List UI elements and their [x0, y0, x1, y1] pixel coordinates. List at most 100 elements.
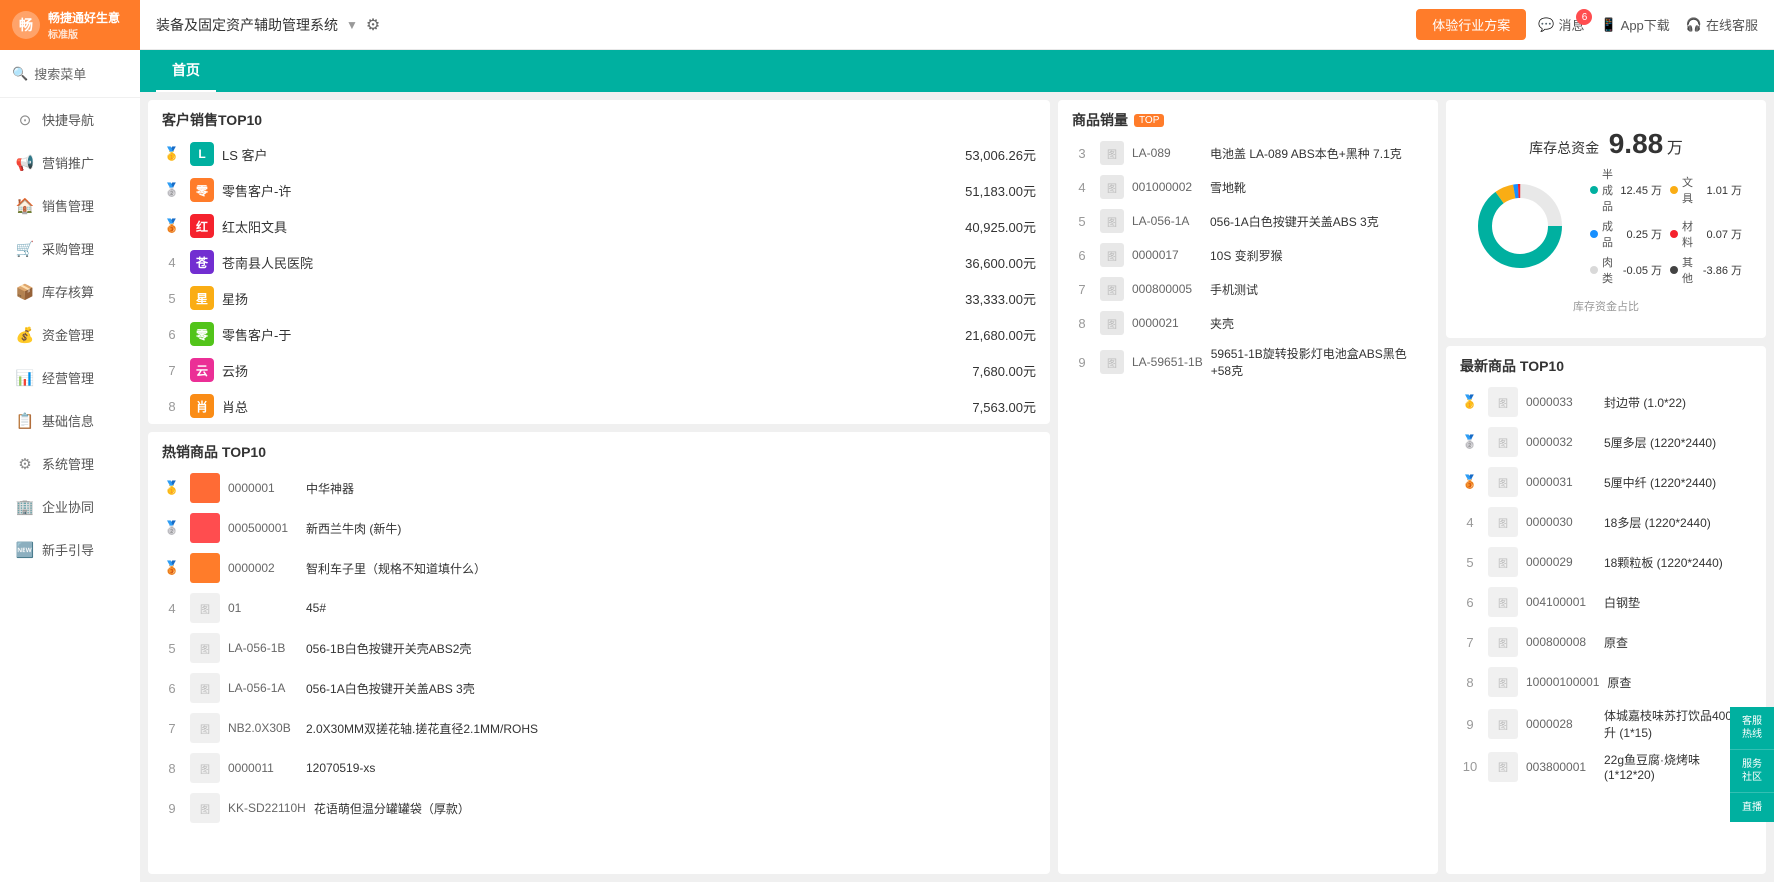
- hot-product-name: 2.0X30MM双搓花轴.搓花直径2.1MM/ROHS: [306, 720, 1036, 737]
- hot-product-item: 8 图 0000011 12070519-xs: [148, 748, 1050, 788]
- rank-value: 53,006.26元: [965, 145, 1036, 164]
- float-service-button[interactable]: 客服 热线: [1730, 707, 1774, 750]
- hot-product-item: 9 图 KK-SD22110H 花语萌但温分罐罐袋（厚款）: [148, 788, 1050, 828]
- marketing-icon: 📢: [16, 154, 34, 172]
- latest-product-img: 图: [1488, 387, 1518, 417]
- product-rank-img: 图: [1100, 311, 1124, 335]
- rank-customer-name: LS 客户: [222, 145, 957, 164]
- inventory-section: 库存总资金 9.88 万: [1446, 100, 1766, 338]
- latest-product-code: 0000028: [1526, 717, 1596, 731]
- rank-value: 7,563.00元: [972, 397, 1036, 416]
- donut-container: 半成品 12.45 万 文具 1.01 万 成品 0.25 万 材料 0.07 …: [1460, 166, 1752, 286]
- product-img-placeholder: 图: [190, 753, 220, 783]
- sidebar-item-inventory[interactable]: 📦 库存核算: [0, 270, 140, 313]
- sidebar-item-operations[interactable]: 📊 经营管理: [0, 356, 140, 399]
- rank-avatar: L: [190, 142, 214, 166]
- customer-rank-section: 客户销售TOP10 🥇 L LS 客户 53,006.26元 🥈 零 零售客户-…: [148, 100, 1050, 424]
- rank-customer-name: 零售客户-于: [222, 325, 957, 344]
- legend-value: 12.45 万: [1620, 182, 1662, 198]
- hot-product-rank: 7: [162, 721, 182, 736]
- product-rank-item: 4 图 001000002 雪地靴: [1058, 170, 1438, 204]
- legend-value: -0.05 万: [1623, 262, 1662, 278]
- product-img: [190, 473, 220, 503]
- float-service-button[interactable]: 直播: [1730, 793, 1774, 822]
- customer-rank-item: 5 星 星扬 33,333.00元: [148, 280, 1050, 316]
- product-rank-img: 图: [1100, 243, 1124, 267]
- sidebar-item-label-inventory: 库存核算: [42, 282, 94, 301]
- sidebar-item-finance[interactable]: 💰 资金管理: [0, 313, 140, 356]
- sidebar-item-purchase[interactable]: 🛒 采购管理: [0, 227, 140, 270]
- search-menu-button[interactable]: 🔍 搜索菜单: [12, 60, 128, 87]
- legend-value: 1.01 万: [1707, 182, 1742, 198]
- latest-product-name: 白钢垫: [1604, 594, 1752, 611]
- latest-products-header: 最新商品 TOP10: [1446, 346, 1766, 382]
- sidebar-item-label-marketing: 营销推广: [42, 153, 94, 172]
- latest-product-code: 0000029: [1526, 555, 1596, 569]
- online-service-button[interactable]: 🎧 在线客服: [1686, 15, 1758, 34]
- sidebar-item-basic-info[interactable]: 📋 基础信息: [0, 399, 140, 442]
- legend-label: 材料: [1682, 218, 1703, 250]
- hot-product-name: 12070519-xs: [306, 761, 1036, 775]
- latest-product-rank: 6: [1460, 595, 1480, 610]
- product-rank-name: 电池盖 LA-089 ABS本色+黑种 7.1克: [1210, 145, 1424, 162]
- latest-product-code: 004100001: [1526, 595, 1596, 609]
- product-rank-img: 图: [1100, 141, 1124, 165]
- latest-product-code: 0000030: [1526, 515, 1596, 529]
- product-rank-item: 8 图 0000021 夹壳: [1058, 306, 1438, 340]
- hot-product-item: 7 图 NB2.0X30B 2.0X30MM双搓花轴.搓花直径2.1MM/ROH…: [148, 708, 1050, 748]
- product-rank-name: 10S 变刹罗猴: [1210, 247, 1424, 264]
- latest-product-rank: 🥈: [1460, 434, 1480, 450]
- product-rank-img: 图: [1100, 209, 1124, 233]
- sidebar-item-company[interactable]: 🏢 企业协同: [0, 485, 140, 528]
- guide-icon: 🆕: [16, 541, 34, 559]
- product-rank-img: 图: [1100, 277, 1124, 301]
- customer-rank-item: 🥉 红 红太阳文具 40,925.00元: [148, 208, 1050, 244]
- sidebar-item-system[interactable]: ⚙ 系统管理: [0, 442, 140, 485]
- product-rank-header: 商品销量 TOP: [1058, 100, 1438, 136]
- hot-product-code: 0000002: [228, 561, 298, 575]
- sales-icon: 🏠: [16, 197, 34, 215]
- content-body: 客户销售TOP10 🥇 L LS 客户 53,006.26元 🥈 零 零售客户-…: [140, 92, 1774, 882]
- product-rank-code: LA-056-1A: [1132, 214, 1202, 228]
- hot-product-item: 5 图 LA-056-1B 056-1B白色按键开关壳ABS2壳: [148, 628, 1050, 668]
- sidebar-item-quick-nav[interactable]: ⊙ 快捷导航: [0, 98, 140, 141]
- content-nav: 首页: [140, 50, 1774, 92]
- latest-product-item: 🥉 图 0000031 5厘中纤 (1220*2440): [1446, 462, 1766, 502]
- rank-avatar: 苍: [190, 250, 214, 274]
- logo-text: 畅捷通好生意 标准版: [48, 9, 120, 41]
- latest-product-img: 图: [1488, 709, 1518, 739]
- middle-panel: 商品销量 TOP 3 图 LA-089 电池盖 LA-089 ABS本色+黑种 …: [1058, 100, 1438, 874]
- sidebar-search-area[interactable]: 🔍 搜索菜单: [0, 50, 140, 98]
- app-download-button[interactable]: 📱 App下载: [1600, 15, 1669, 34]
- sidebar-item-guide[interactable]: 🆕 新手引导: [0, 528, 140, 571]
- hot-product-name: 花语萌但温分罐罐袋（厚款）: [314, 800, 1036, 817]
- customer-rank-item: 🥇 L LS 客户 53,006.26元: [148, 136, 1050, 172]
- customer-rank-item: 🥈 零 零售客户-许 51,183.00元: [148, 172, 1050, 208]
- sidebar-item-label-sales: 销售管理: [42, 196, 94, 215]
- product-img-placeholder: 图: [190, 713, 220, 743]
- latest-product-item: 🥈 图 0000032 5厘多层 (1220*2440): [1446, 422, 1766, 462]
- sidebar: 畅 畅捷通好生意 标准版 🔍 搜索菜单 ⊙ 快捷导航 📢 营销推广 🏠 销售管理…: [0, 0, 140, 882]
- topbar-title-text[interactable]: 装备及固定资产辅助管理系统: [156, 15, 338, 35]
- hot-product-item: 🥇 0000001 中华神器: [148, 468, 1050, 508]
- settings-icon[interactable]: ⚙: [366, 15, 380, 35]
- product-img-placeholder: 图: [190, 793, 220, 823]
- company-icon: 🏢: [16, 498, 34, 516]
- latest-product-rank: 9: [1460, 717, 1480, 732]
- sidebar-item-sales[interactable]: 🏠 销售管理: [0, 184, 140, 227]
- trial-button[interactable]: 体验行业方案: [1416, 9, 1526, 40]
- legend-item: 文具 1.01 万: [1670, 166, 1742, 214]
- sidebar-item-label-quick-nav: 快捷导航: [42, 110, 94, 129]
- notifications-button[interactable]: 💬 消息 6: [1538, 15, 1584, 34]
- float-service-button[interactable]: 服务 社区: [1730, 750, 1774, 793]
- sidebar-item-marketing[interactable]: 📢 营销推广: [0, 141, 140, 184]
- latest-product-img: 图: [1488, 752, 1518, 782]
- latest-product-item: 5 图 0000029 18颗粒板 (1220*2440): [1446, 542, 1766, 582]
- hot-product-name: 中华神器: [306, 480, 1036, 497]
- product-img-placeholder: 图: [190, 673, 220, 703]
- nav-item-home[interactable]: 首页: [156, 50, 216, 92]
- hot-product-item: 6 图 LA-056-1A 056-1A白色按键开关盖ABS 3壳: [148, 668, 1050, 708]
- rank-number: 8: [162, 399, 182, 414]
- legend-item: 肉类 -0.05 万: [1590, 254, 1662, 286]
- rank-customer-name: 零售客户-许: [222, 181, 957, 200]
